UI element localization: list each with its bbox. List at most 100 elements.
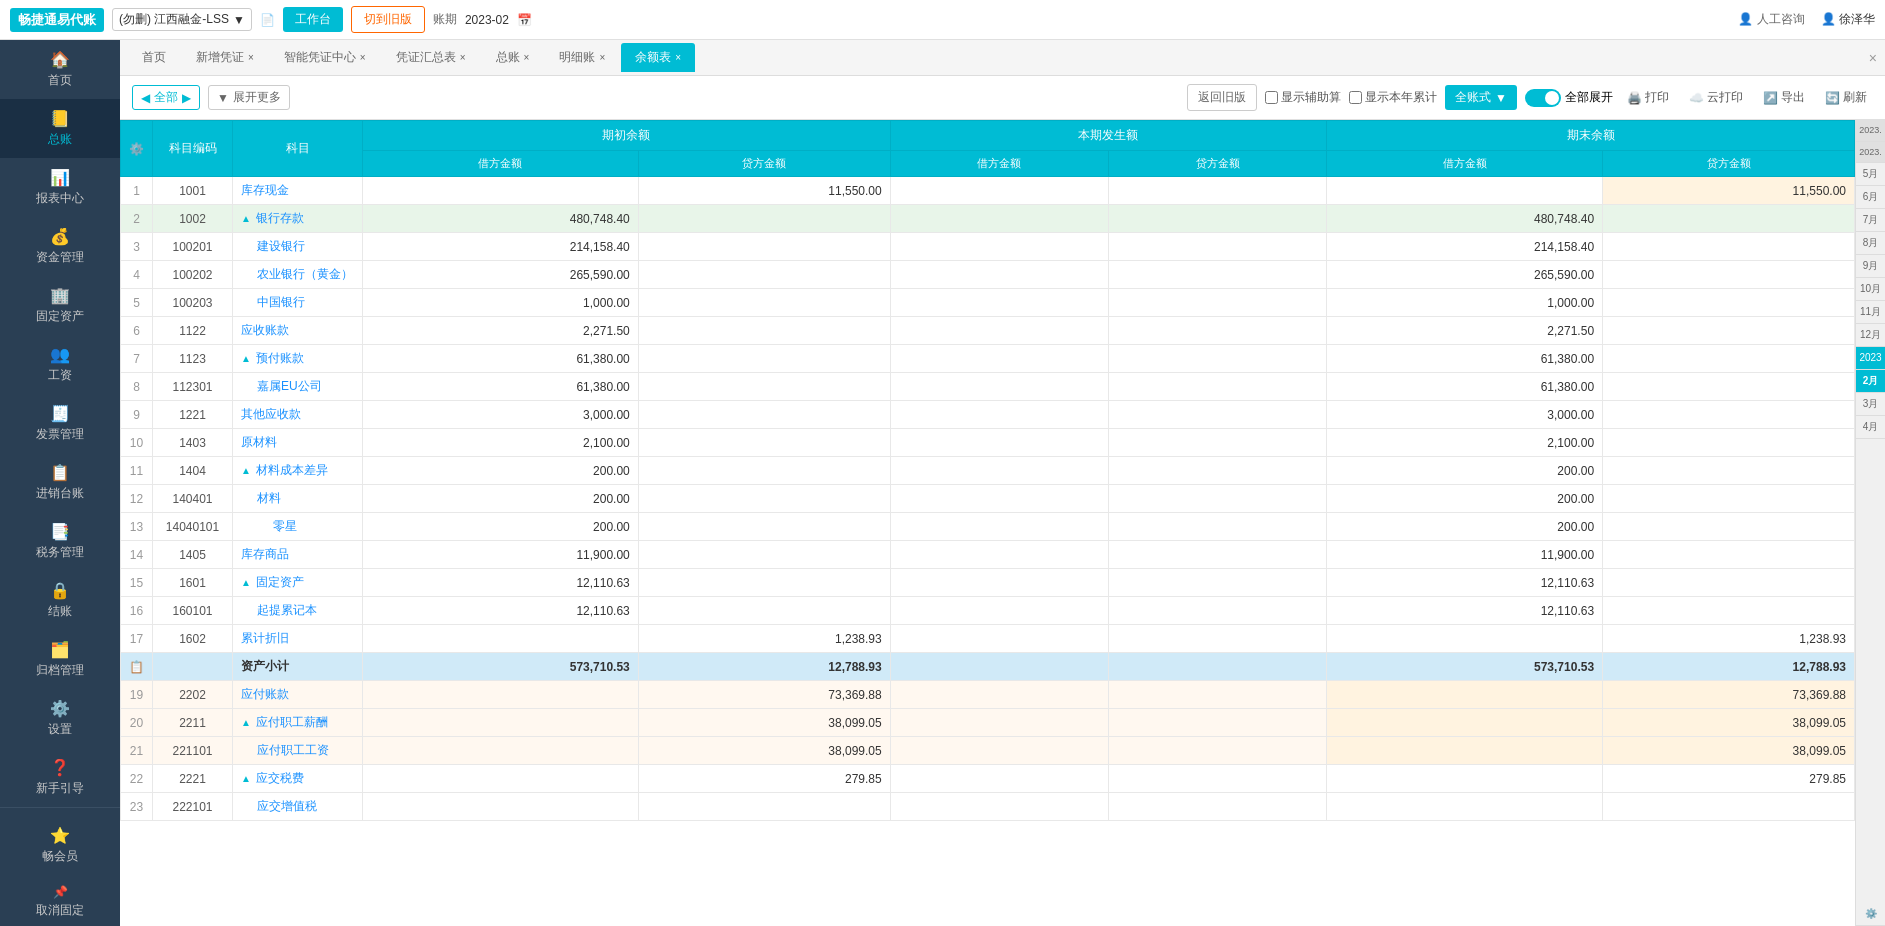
display-aux-checkbox[interactable]: 显示辅助算: [1265, 89, 1341, 106]
right-panel-year-2023-top[interactable]: 2023.: [1856, 120, 1885, 142]
company-selector[interactable]: (勿删) 江西融金-LSS ▼: [112, 8, 252, 31]
row-subject[interactable]: 应付账款: [233, 681, 363, 709]
right-panel-feb[interactable]: 2月: [1856, 370, 1885, 393]
subject-link[interactable]: 应付职工工资: [257, 743, 329, 757]
subject-link[interactable]: 材料: [257, 491, 281, 505]
expand-more-button[interactable]: ▼ 展开更多: [208, 85, 290, 110]
right-panel-aug[interactable]: 8月: [1856, 232, 1885, 255]
row-subject[interactable]: 材料: [233, 485, 363, 513]
full-mode-button[interactable]: 全账式 ▼: [1445, 85, 1517, 110]
sidebar-item-home[interactable]: 🏠 首页: [0, 40, 120, 99]
tab-voucher-summary-close[interactable]: ×: [460, 52, 466, 63]
row-subject[interactable]: ▲ 银行存款: [233, 205, 363, 233]
row-subject[interactable]: 累计折旧: [233, 625, 363, 653]
subject-link[interactable]: 固定资产: [256, 575, 304, 589]
subject-link[interactable]: 原材料: [241, 435, 277, 449]
subject-link[interactable]: 材料成本差异: [256, 463, 328, 477]
right-panel-year-2023-top2[interactable]: 2023.: [1856, 142, 1885, 164]
tab-home[interactable]: 首页: [128, 43, 180, 72]
tab-balance-close[interactable]: ×: [675, 52, 681, 63]
display-ytd-checkbox[interactable]: 显示本年累计: [1349, 89, 1437, 106]
sidebar-item-settings[interactable]: ⚙️ 设置: [0, 689, 120, 748]
calendar-icon[interactable]: 📅: [517, 13, 532, 27]
display-ytd-input[interactable]: [1349, 91, 1362, 104]
sidebar-item-close[interactable]: 🔒 结账: [0, 571, 120, 630]
tab-close-all[interactable]: ×: [1869, 50, 1877, 66]
row-subject[interactable]: ▲ 应交税费: [233, 765, 363, 793]
user-service-link[interactable]: 👤 人工咨询: [1738, 11, 1804, 28]
subject-link[interactable]: 应收账款: [241, 323, 289, 337]
sidebar-item-member[interactable]: ⭐ 畅会员: [0, 816, 120, 875]
right-panel-jul[interactable]: 7月: [1856, 209, 1885, 232]
row-subject[interactable]: ▲ 应付职工薪酬: [233, 709, 363, 737]
tab-new-voucher-close[interactable]: ×: [248, 52, 254, 63]
row-subject[interactable]: ▲ 预付账款: [233, 345, 363, 373]
row-subject[interactable]: ▲ 固定资产: [233, 569, 363, 597]
tab-ledger-close[interactable]: ×: [524, 52, 530, 63]
export-button[interactable]: ↗️ 导出: [1757, 86, 1811, 109]
sidebar-item-capital[interactable]: 💰 资金管理: [0, 217, 120, 276]
cloud-print-button[interactable]: ☁️ 云打印: [1683, 86, 1749, 109]
tab-detail-close[interactable]: ×: [599, 52, 605, 63]
sidebar-item-invoice[interactable]: 🧾 发票管理: [0, 394, 120, 453]
subject-link[interactable]: 应交税费: [256, 771, 304, 785]
tab-new-voucher[interactable]: 新增凭证 ×: [182, 43, 268, 72]
row-subject[interactable]: 零星: [233, 513, 363, 541]
workbench-button[interactable]: 工作台: [283, 7, 343, 32]
subject-link[interactable]: 中国银行: [257, 295, 305, 309]
row-subject[interactable]: 建设银行: [233, 233, 363, 261]
sidebar-item-fixed[interactable]: 🏢 固定资产: [0, 276, 120, 335]
right-panel-nov[interactable]: 11月: [1856, 301, 1885, 324]
row-subject[interactable]: 应交增值税: [233, 793, 363, 821]
sidebar-item-reports[interactable]: 📊 报表中心: [0, 158, 120, 217]
row-subject[interactable]: 起提累记本: [233, 597, 363, 625]
tab-smart-voucher[interactable]: 智能凭证中心 ×: [270, 43, 380, 72]
sidebar-item-ledger[interactable]: 📒 总账: [0, 99, 120, 158]
subject-link[interactable]: 应交增值税: [257, 799, 317, 813]
row-subject[interactable]: 中国银行: [233, 289, 363, 317]
subject-link[interactable]: 银行存款: [256, 211, 304, 225]
row-subject[interactable]: 其他应收款: [233, 401, 363, 429]
right-panel-year-2023[interactable]: 2023: [1856, 347, 1885, 370]
subject-link[interactable]: 其他应收款: [241, 407, 301, 421]
subject-link[interactable]: 库存商品: [241, 547, 289, 561]
display-aux-input[interactable]: [1265, 91, 1278, 104]
subject-link[interactable]: 农业银行（黄金）: [257, 267, 353, 281]
right-panel-settings[interactable]: ⚙️: [1856, 903, 1885, 926]
return-old-button[interactable]: 返回旧版: [1187, 84, 1257, 111]
tab-ledger[interactable]: 总账 ×: [482, 43, 544, 72]
filter-all-button[interactable]: ◀ 全部 ▶: [132, 85, 200, 110]
row-subject[interactable]: 库存现金: [233, 177, 363, 205]
right-panel-sep[interactable]: 9月: [1856, 255, 1885, 278]
right-panel-jun[interactable]: 6月: [1856, 186, 1885, 209]
subject-link[interactable]: 库存现金: [241, 183, 289, 197]
subject-link[interactable]: 应付职工薪酬: [256, 715, 328, 729]
tab-balance[interactable]: 余额表 ×: [621, 43, 695, 72]
row-subject[interactable]: 库存商品: [233, 541, 363, 569]
subject-link[interactable]: 零星: [273, 519, 297, 533]
subject-link[interactable]: 预付账款: [256, 351, 304, 365]
subject-link[interactable]: 嘉属EU公司: [257, 379, 322, 393]
print-button[interactable]: 🖨️ 打印: [1621, 86, 1675, 109]
switch-version-button[interactable]: 切到旧版: [351, 6, 425, 33]
sidebar-item-pin[interactable]: 📌 取消固定: [0, 875, 120, 926]
row-subject[interactable]: ▲ 材料成本差异: [233, 457, 363, 485]
sidebar-item-payroll[interactable]: 👥 工资: [0, 335, 120, 394]
right-panel-oct[interactable]: 10月: [1856, 278, 1885, 301]
row-subject[interactable]: 应付职工工资: [233, 737, 363, 765]
right-panel-dec[interactable]: 12月: [1856, 324, 1885, 347]
row-subject[interactable]: 嘉属EU公司: [233, 373, 363, 401]
subject-link[interactable]: 应付账款: [241, 687, 289, 701]
sidebar-item-tax[interactable]: 📑 税务管理: [0, 512, 120, 571]
subject-link[interactable]: 累计折旧: [241, 631, 289, 645]
tab-detail[interactable]: 明细账 ×: [545, 43, 619, 72]
refresh-button[interactable]: 🔄 刷新: [1819, 86, 1873, 109]
expand-all-toggle[interactable]: 全部展开: [1525, 89, 1613, 107]
row-subject[interactable]: 资产小计: [233, 653, 363, 681]
subject-link[interactable]: 起提累记本: [257, 603, 317, 617]
row-subject[interactable]: 农业银行（黄金）: [233, 261, 363, 289]
tab-smart-voucher-close[interactable]: ×: [360, 52, 366, 63]
right-panel-may[interactable]: 5月: [1856, 163, 1885, 186]
row-subject[interactable]: 应收账款: [233, 317, 363, 345]
right-panel-mar[interactable]: 3月: [1856, 393, 1885, 416]
